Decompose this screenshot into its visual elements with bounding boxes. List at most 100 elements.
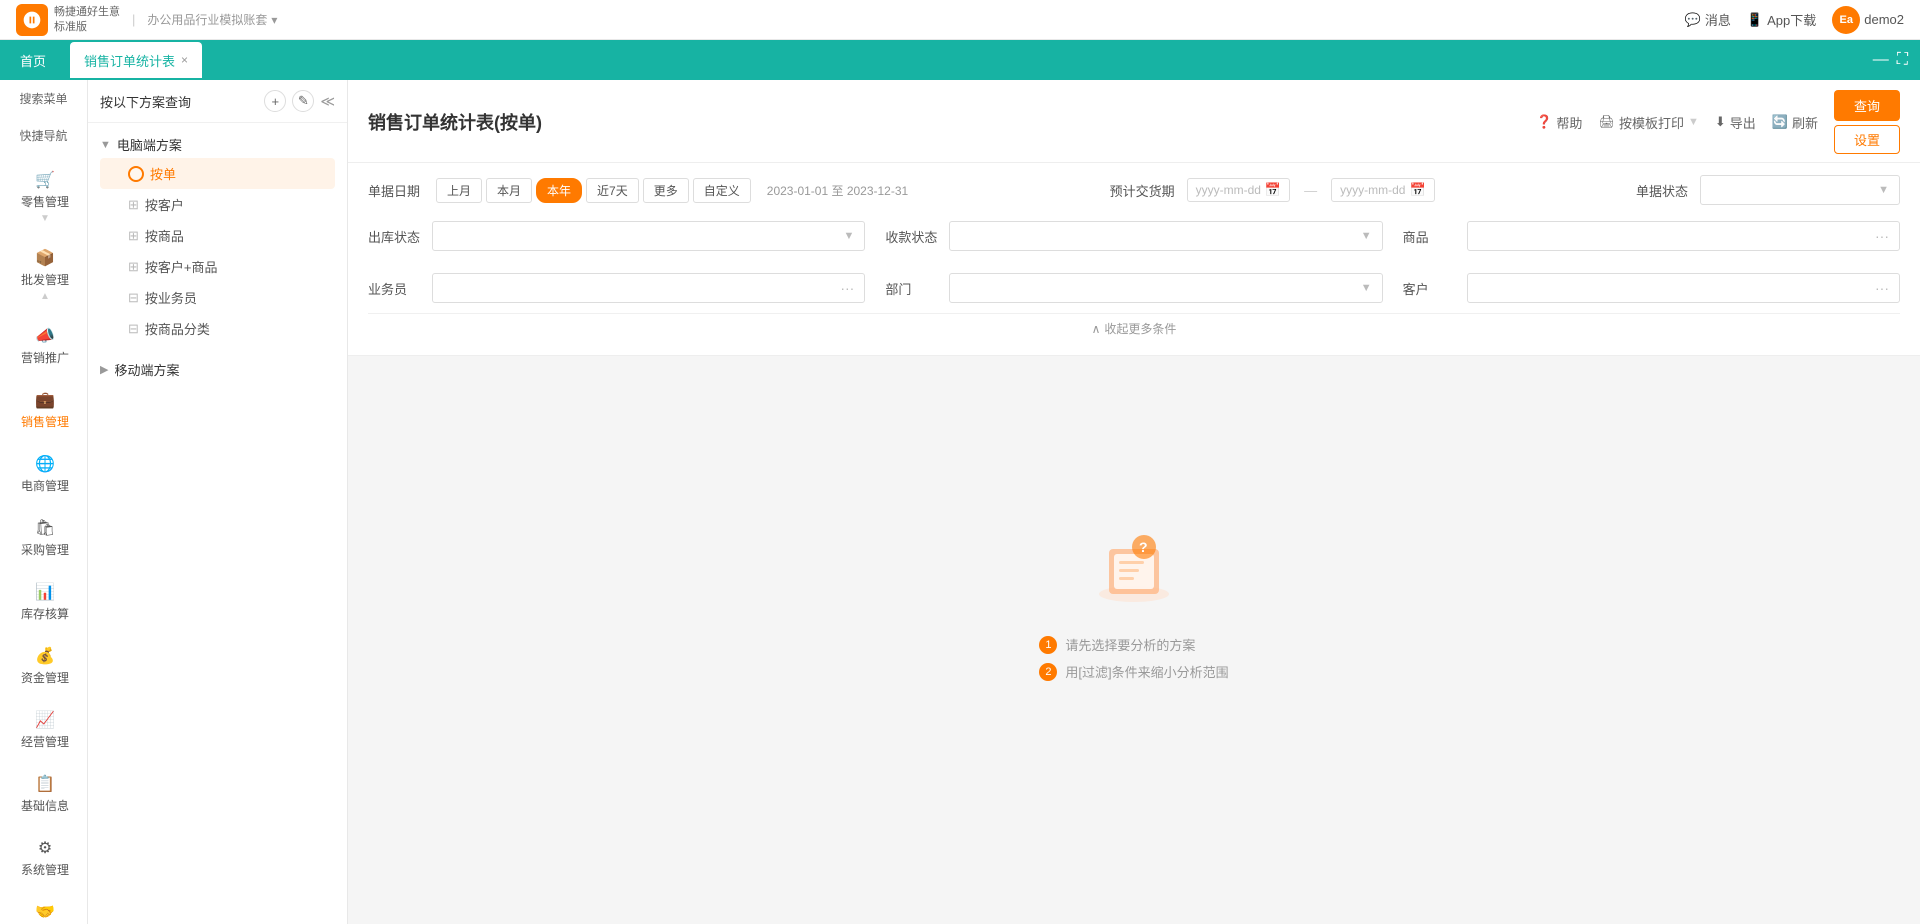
- scheme-item-by-customer-goods[interactable]: ⊞ 按客户+商品: [100, 251, 335, 282]
- goods-label: 商品: [1403, 227, 1459, 246]
- basic-icon: 📋: [35, 774, 55, 794]
- dept-label: 部门: [885, 279, 941, 298]
- sidebar-item-operation[interactable]: 📈 经营管理: [0, 698, 87, 762]
- sidebar-item-sales[interactable]: 💼 销售管理: [0, 378, 87, 442]
- sidebar-item-marketing[interactable]: 📣 营销推广: [0, 314, 87, 378]
- scheme-edit-btn[interactable]: ✎: [292, 90, 314, 112]
- app-title-area[interactable]: 办公用品行业模拟账套 ▾: [147, 11, 277, 28]
- last-month-btn[interactable]: 上月: [436, 178, 482, 203]
- query-button[interactable]: 查询: [1834, 90, 1900, 121]
- sidebar-item-system[interactable]: ⚙ 系统管理: [0, 826, 87, 890]
- sales-icon: 💼: [35, 390, 55, 410]
- sidebar-item-retail[interactable]: 🛒 零售管理 ▼: [0, 158, 87, 236]
- scheme-item-by-customer[interactable]: ⊞ 按客户: [100, 189, 335, 220]
- filter-dept: 部门 ▼: [885, 267, 1382, 309]
- sidebar-item-basic[interactable]: 📋 基础信息: [0, 762, 87, 826]
- dropdown-icon[interactable]: ▾: [271, 13, 277, 27]
- collapse-btn[interactable]: ∧ 收起更多条件: [368, 320, 1900, 337]
- custom-btn[interactable]: 自定义: [693, 178, 751, 203]
- dept-select[interactable]: ▼: [949, 273, 1382, 303]
- sidebar: 搜索菜单 快捷导航 🛒 零售管理 ▼ 📦 批发管理 ▲ 📣 营销推广 💼 销售管…: [0, 80, 88, 924]
- goods-dots[interactable]: ···: [1875, 228, 1889, 244]
- sidebar-item-inventory[interactable]: 📊 库存核算: [0, 570, 87, 634]
- minimize-btn[interactable]: —: [1873, 51, 1889, 69]
- sidebar-item-purchase[interactable]: 🛍 采购管理: [0, 506, 87, 570]
- export-btn[interactable]: ⬇ 导出: [1715, 113, 1756, 132]
- sidebar-search-menu[interactable]: 搜索菜单: [0, 80, 87, 117]
- sidebar-item-ecommerce[interactable]: 🌐 电商管理: [0, 442, 87, 506]
- scheme-header: 按以下方案查询 + ✎ ≪: [88, 80, 347, 123]
- tab-close-icon[interactable]: ×: [181, 53, 188, 67]
- scheme-pc-header[interactable]: ▼ 电脑端方案: [100, 131, 335, 158]
- scheme-collapse-btn[interactable]: ≪: [320, 93, 335, 110]
- empty-hint-2: 2 用[过滤]条件来缩小分析范围: [1039, 662, 1228, 681]
- maximize-btn[interactable]: ⛶: [1897, 51, 1908, 69]
- hint-text-1: 请先选择要分析的方案: [1065, 635, 1195, 654]
- shipment-select[interactable]: ▼: [432, 221, 865, 251]
- more-btn[interactable]: 更多: [643, 178, 689, 203]
- print-btn[interactable]: 🖨 按模板打印 ▼: [1598, 113, 1698, 132]
- export-icon: ⬇: [1715, 114, 1726, 130]
- tab-active[interactable]: 销售订单统计表 ×: [70, 42, 202, 78]
- this-month-btn[interactable]: 本月: [486, 178, 532, 203]
- tab-home[interactable]: 首页: [0, 40, 66, 80]
- enterprise-icon: 🤝: [35, 902, 55, 922]
- wholesale-icon: 📦: [35, 248, 55, 268]
- scheme-mobile-section: ▶ 移动端方案: [88, 348, 347, 387]
- scheme-mobile-header[interactable]: ▶ 移动端方案: [100, 356, 335, 383]
- scheme-by-customer-goods-label: 按客户+商品: [145, 257, 218, 276]
- collapse-row[interactable]: ∧ 收起更多条件: [368, 313, 1900, 343]
- print-dropdown-icon: ▼: [1688, 116, 1699, 128]
- help-btn[interactable]: ❓ 帮助: [1536, 113, 1582, 132]
- this-year-btn[interactable]: 本年: [536, 178, 582, 203]
- scheme-salesman-icon: ⊟: [128, 290, 139, 306]
- help-icon: ❓: [1536, 114, 1552, 130]
- salesman-input[interactable]: ···: [432, 273, 865, 303]
- scheme-item-by-salesman[interactable]: ⊟ 按业务员: [100, 282, 335, 313]
- expected-date-start[interactable]: yyyy-mm-dd 📅: [1187, 178, 1291, 202]
- message-btn[interactable]: 💬 消息: [1685, 10, 1731, 29]
- date-buttons: 上月 本月 本年 近7天 更多 自定义: [436, 178, 751, 203]
- app-download-btn[interactable]: 📱 App下载: [1747, 10, 1816, 29]
- app-title: 办公用品行业模拟账套: [147, 11, 267, 28]
- scheme-item-by-order[interactable]: 按单: [100, 158, 335, 189]
- sidebar-item-marketing-label: 营销推广: [21, 349, 69, 366]
- action-buttons: 查询 设置: [1834, 90, 1900, 154]
- goods-input[interactable]: ···: [1467, 221, 1900, 251]
- filter-goods: 商品 ···: [1403, 215, 1900, 257]
- status-select[interactable]: ▼: [1700, 175, 1900, 205]
- setting-button[interactable]: 设置: [1834, 125, 1900, 154]
- pc-section-title: 电脑端方案: [117, 135, 182, 154]
- customer-dots[interactable]: ···: [1875, 280, 1889, 296]
- payment-select[interactable]: ▼: [949, 221, 1382, 251]
- date-sep: —: [1304, 183, 1317, 198]
- topbar-left: 畅捷通好生意 标准版 | 办公用品行业模拟账套 ▾: [16, 4, 277, 36]
- sidebar-item-basic-label: 基础信息: [21, 797, 69, 814]
- customer-input[interactable]: ···: [1467, 273, 1900, 303]
- refresh-btn[interactable]: 🔄 刷新: [1772, 113, 1818, 132]
- sidebar-item-wholesale[interactable]: 📦 批发管理 ▲: [0, 236, 87, 314]
- scheme-actions: + ✎ ≪: [264, 90, 335, 112]
- scheme-add-btn[interactable]: +: [264, 90, 286, 112]
- inventory-icon: 📊: [35, 582, 55, 602]
- scheme-panel: 按以下方案查询 + ✎ ≪ ▼ 电脑端方案 按单 ⊞ 按客: [88, 80, 348, 924]
- empty-hints: 1 请先选择要分析的方案 2 用[过滤]条件来缩小分析范围: [1039, 635, 1228, 681]
- expected-date-end[interactable]: yyyy-mm-dd 📅: [1331, 178, 1435, 202]
- sidebar-quick-nav[interactable]: 快捷导航: [0, 117, 87, 154]
- last7-btn[interactable]: 近7天: [586, 178, 639, 203]
- retail-icon: 🛒: [35, 170, 55, 190]
- tabbar: 首页 销售订单统计表 × — ⛶: [0, 40, 1920, 80]
- scheme-item-by-goods-cat[interactable]: ⊟ 按商品分类: [100, 313, 335, 344]
- filter-row-2: 出库状态 ▼ 收款状态 ▼ 商品: [368, 215, 1900, 257]
- salesman-label: 业务员: [368, 279, 424, 298]
- sidebar-item-retail-label: 零售管理: [21, 193, 69, 210]
- marketing-icon: 📣: [35, 326, 55, 346]
- topbar: 畅捷通好生意 标准版 | 办公用品行业模拟账套 ▾ 💬 消息 📱 App下载 E…: [0, 0, 1920, 40]
- sidebar-item-finance[interactable]: 💰 资金管理: [0, 634, 87, 698]
- salesman-dots[interactable]: ···: [840, 280, 854, 296]
- scheme-item-by-goods[interactable]: ⊞ 按商品: [100, 220, 335, 251]
- status-caret: ▼: [1878, 184, 1889, 196]
- date-label: 单据日期: [368, 181, 424, 200]
- sidebar-item-enterprise[interactable]: 🤝 企业协同: [0, 890, 87, 924]
- user-area[interactable]: Ea demo2: [1832, 6, 1904, 34]
